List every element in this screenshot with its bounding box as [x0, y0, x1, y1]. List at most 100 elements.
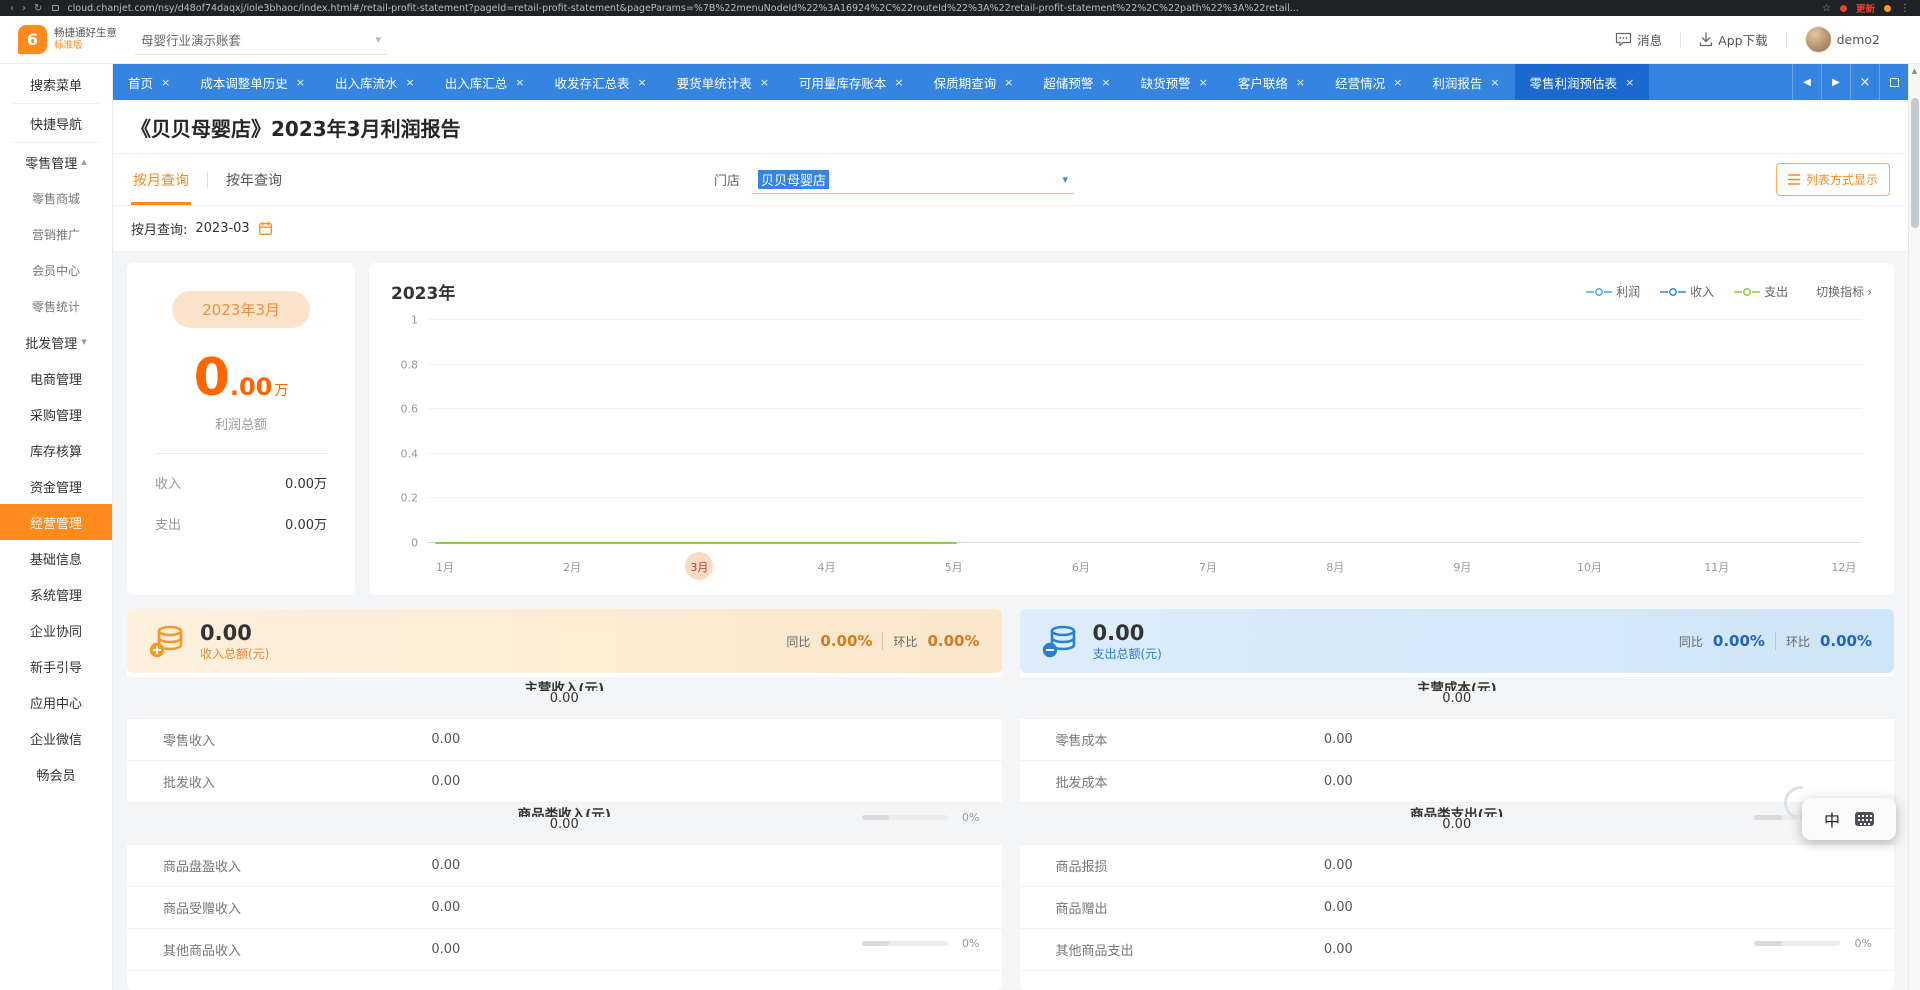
ime-language-label: 中 — [1823, 811, 1840, 830]
tab-close-icon[interactable]: × — [1296, 76, 1305, 89]
user-menu[interactable]: demo2 — [1804, 26, 1880, 53]
sidebar-item-11[interactable]: 资金管理 — [0, 468, 112, 504]
tab-close-icon[interactable]: × — [296, 76, 305, 89]
sidebar-item-15[interactable]: 企业协同 — [0, 612, 112, 648]
extension-icon[interactable] — [1839, 4, 1847, 12]
sidebar-item-label: 零售商城 — [31, 191, 80, 206]
tab-query-by-month[interactable]: 按月查询 — [131, 154, 191, 205]
chevron-down-icon: ▾ — [375, 32, 381, 46]
browser-back-icon[interactable]: ‹ — [10, 3, 14, 14]
gridline — [427, 497, 1862, 499]
list-view-button[interactable]: 列表方式显示 — [1775, 163, 1890, 196]
sidebar-item-label: 会员中心 — [31, 263, 80, 278]
tab-close-icon[interactable]: × — [405, 76, 414, 89]
legend-item-2[interactable]: 支出 — [1734, 283, 1788, 300]
tab-7[interactable]: 保质期查询 × — [919, 64, 1029, 100]
tab-4[interactable]: 收发存汇总表 × — [539, 64, 661, 100]
tab-close-icon[interactable]: × — [760, 76, 769, 89]
tab-3[interactable]: 出入库汇总 × — [430, 64, 540, 100]
tab-11[interactable]: 经营情况 × — [1320, 64, 1417, 100]
sidebar-item-6[interactable]: 零售统计 — [0, 288, 112, 324]
browser-menu-icon[interactable]: ⋮ — [1900, 3, 1910, 14]
tab-label: 首页 — [128, 75, 154, 91]
summary-income-value: 0.00万 — [285, 477, 327, 492]
tab-close-icon[interactable]: × — [894, 76, 903, 89]
tab-close-icon[interactable]: × — [1490, 76, 1499, 89]
store-select[interactable]: 贝贝母婴店 ▾ — [752, 166, 1075, 194]
tab-close-icon[interactable]: × — [1625, 76, 1634, 89]
switch-metric-label: 切换指标 — [1816, 285, 1865, 299]
report-header-panel: 《贝贝母婴店》2023年3月利润报告 按月查询 按年查询 门店 贝贝母婴店 ▾ — [113, 100, 1908, 251]
keyboard-icon[interactable] — [1855, 812, 1874, 826]
sidebar-item-12[interactable]: 经营管理 — [0, 504, 112, 540]
legend-item-0[interactable]: 利润 — [1586, 283, 1640, 300]
tab-close-icon[interactable]: × — [637, 76, 646, 89]
scroll-up-arrow-icon[interactable]: ▲ — [1909, 64, 1920, 75]
income-coins-icon — [149, 625, 183, 658]
tab-1[interactable]: 成本调整单历史 × — [185, 64, 320, 100]
browser-forward-icon[interactable]: › — [22, 3, 26, 14]
fullscreen-button[interactable] — [1879, 64, 1908, 100]
browser-update-badge[interactable]: 更新 — [1856, 1, 1875, 15]
sidebar-item-17[interactable]: 应用中心 — [0, 684, 112, 720]
sidebar-item-label: 采购管理 — [29, 408, 82, 424]
app-download-button[interactable]: App下载 — [1699, 30, 1768, 49]
ime-widget[interactable]: 中 — [1802, 798, 1896, 840]
profile-avatar-icon[interactable] — [1884, 4, 1891, 12]
tab-close-icon[interactable]: × — [1004, 76, 1013, 89]
filter-date-value[interactable]: 2023-03 — [195, 221, 249, 236]
sidebar-item-14[interactable]: 系统管理 — [0, 576, 112, 612]
tab-close-icon[interactable]: × — [1199, 76, 1208, 89]
messages-button[interactable]: 消息 — [1615, 30, 1662, 49]
sidebar-item-5[interactable]: 会员中心 — [0, 252, 112, 288]
store-label: 门店 — [714, 174, 741, 189]
tab-query-by-year[interactable]: 按年查询 — [224, 154, 284, 205]
address-bar[interactable]: cloud.chanjet.com/nsy/d48of74daqxj/iole3… — [67, 3, 1299, 14]
tab-close-icon[interactable]: × — [515, 76, 524, 89]
calendar-icon[interactable] — [258, 221, 273, 236]
switch-metric-link[interactable]: 切换指标 › — [1816, 283, 1872, 300]
tabs-scroll-left-button[interactable]: ◀ — [1792, 64, 1821, 100]
sidebar-item-7[interactable]: 批发管理 ▼ — [0, 324, 112, 360]
tab-12[interactable]: 利润报告 × — [1417, 64, 1514, 100]
tab-close-icon[interactable]: × — [161, 76, 170, 89]
tab-5[interactable]: 要货单统计表 × — [662, 64, 784, 100]
sidebar-item-16[interactable]: 新手引导 — [0, 648, 112, 684]
tab-9[interactable]: 缺货预警 × — [1126, 64, 1223, 100]
page-title: 《贝贝母婴店》2023年3月利润报告 — [131, 117, 461, 141]
row-value: 0.00 — [431, 774, 461, 789]
tab-6[interactable]: 可用量库存账本 × — [784, 64, 919, 100]
sidebar-item-13[interactable]: 基础信息 — [0, 540, 112, 576]
filter-label: 按月查询: — [131, 223, 188, 238]
sidebar-item-19[interactable]: 畅会员 — [0, 756, 112, 792]
tab-10[interactable]: 客户联络 × — [1223, 64, 1320, 100]
tab-8[interactable]: 超储预警 × — [1028, 64, 1125, 100]
row-label: 商品报损 — [1055, 860, 1108, 875]
sidebar-item-18[interactable]: 企业微信 — [0, 720, 112, 756]
sidebar-item-1[interactable]: 快捷导航 — [0, 105, 112, 141]
tabs-close-button[interactable]: × — [1850, 64, 1879, 100]
tab-0[interactable]: 首页 × — [113, 64, 185, 100]
tab-close-icon[interactable]: × — [1393, 76, 1402, 89]
sidebar-item-9[interactable]: 采购管理 — [0, 396, 112, 432]
vertical-scrollbar[interactable]: ▲ — [1908, 64, 1920, 990]
tabs-scroll-right-button[interactable]: ▶ — [1821, 64, 1850, 100]
fullscreen-icon — [1889, 77, 1899, 87]
tab-close-icon[interactable]: × — [1101, 76, 1110, 89]
tab-13[interactable]: 零售利润预估表 × — [1514, 64, 1650, 100]
sidebar-item-4[interactable]: 营销推广 — [0, 216, 112, 252]
tab-2[interactable]: 出入库流水 × — [320, 64, 430, 100]
progress-bar — [861, 814, 948, 820]
legend-item-1[interactable]: 收入 — [1660, 283, 1714, 300]
sidebar-item-8[interactable]: 电商管理 — [0, 360, 112, 396]
sidebar-item-0[interactable]: 搜索菜单 — [0, 66, 112, 102]
chevron-right-icon: › — [1867, 284, 1872, 299]
sidebar-item-10[interactable]: 库存核算 — [0, 432, 112, 468]
sidebar-item-3[interactable]: 零售商城 — [0, 180, 112, 216]
progress-percent: 0% — [962, 936, 980, 950]
browser-refresh-icon[interactable]: ↻ — [34, 3, 42, 14]
account-select[interactable]: 母婴行业演示账套 ▾ — [135, 25, 387, 55]
sidebar-item-2[interactable]: 零售管理 ▲ — [0, 144, 112, 180]
bookmark-star-icon[interactable]: ☆ — [1822, 3, 1831, 14]
scrollbar-thumb[interactable] — [1911, 98, 1919, 228]
